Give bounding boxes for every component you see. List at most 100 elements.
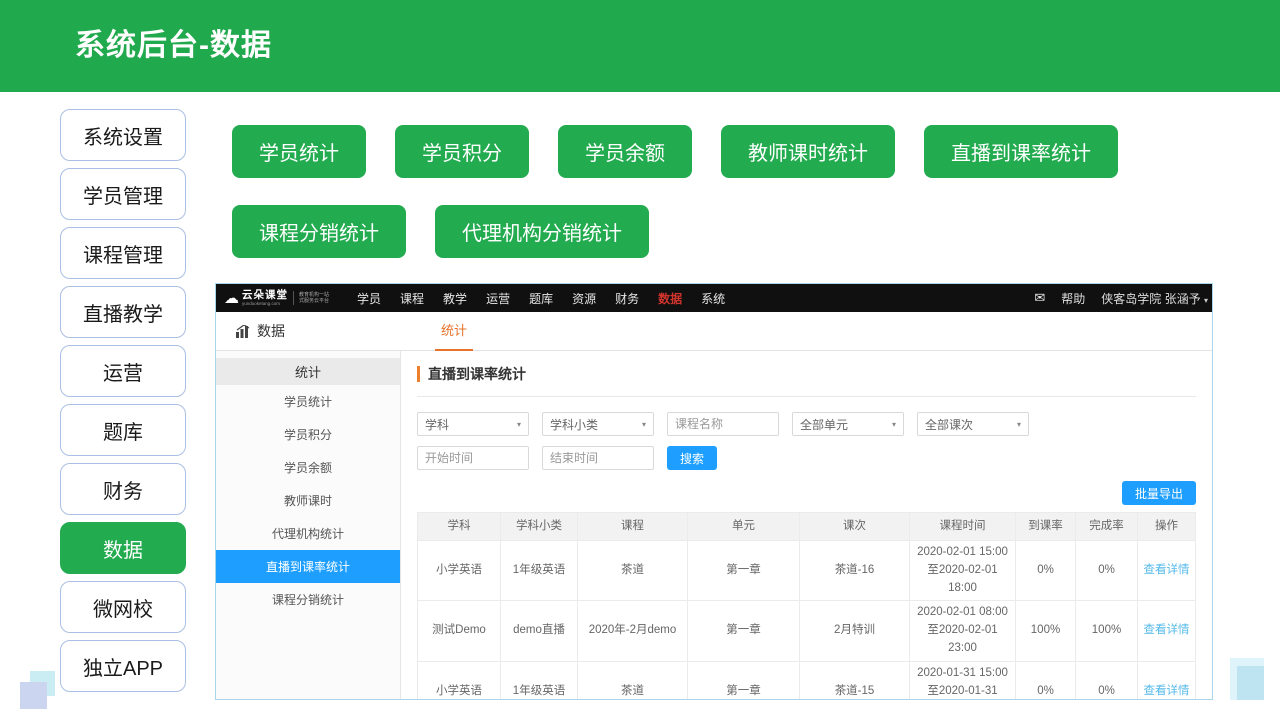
table-cell: 2020-01-31 15:00至2020-01-31 18:00 [910, 661, 1016, 700]
logo-name: 云朵课堂 [242, 290, 288, 301]
sidebar-item-data[interactable]: 数据 [60, 522, 186, 574]
column-header: 完成率 [1076, 513, 1138, 541]
filter-row-2: 搜索 [417, 446, 1196, 470]
table-cell: 1年级英语 [501, 541, 578, 601]
sidebar-item-question-bank[interactable]: 题库 [60, 404, 186, 456]
course-name-input[interactable] [675, 417, 771, 431]
help-link[interactable]: 帮助 [1061, 290, 1085, 307]
table-cell: 测试Demo [418, 601, 501, 661]
column-header: 课程时间 [910, 513, 1016, 541]
student-stats-button[interactable]: 学员统计 [232, 125, 366, 178]
table-cell: 0% [1076, 661, 1138, 700]
panel-item-teacher-hours[interactable]: 教师课时 [216, 484, 400, 517]
sidebar-item-system-settings[interactable]: 系统设置 [60, 109, 186, 161]
page-banner: 系统后台-数据 [0, 0, 1280, 92]
report-title-row: 直播到课率统计 [417, 364, 1196, 397]
end-time-field[interactable] [542, 446, 654, 470]
search-button[interactable]: 搜索 [667, 446, 717, 470]
chevron-down-icon: ▾ [517, 420, 521, 429]
sidebar-item-standalone-app[interactable]: 独立APP [60, 640, 186, 692]
nav-item-teaching[interactable]: 教学 [443, 290, 467, 307]
table-cell: 2020-02-01 15:00至2020-02-01 18:00 [910, 541, 1016, 601]
logo-divider [293, 291, 294, 305]
table-row: 小学英语1年级英语茶道第一章茶道-152020-01-31 15:00至2020… [418, 661, 1196, 700]
decor-square-right-inner [1237, 666, 1264, 700]
panel-item-course-distribution[interactable]: 课程分销统计 [216, 583, 400, 616]
unit-select[interactable]: 全部单元 ▾ [792, 412, 904, 436]
nav-right: ✉ 帮助 侠客岛学院 张涵予 ▾ [1034, 290, 1212, 307]
student-balance-button[interactable]: 学员余额 [558, 125, 692, 178]
live-attendance-stats-button[interactable]: 直播到课率统计 [924, 125, 1118, 178]
table-cell: 100% [1016, 601, 1076, 661]
nav-item-courses[interactable]: 课程 [400, 290, 424, 307]
agency-distribution-stats-button[interactable]: 代理机构分销统计 [435, 205, 649, 258]
mail-icon[interactable]: ✉ [1034, 290, 1045, 306]
nav-item-students[interactable]: 学员 [357, 290, 381, 307]
quick-buttons: 学员统计 学员积分 学员余额 教师课时统计 直播到课率统计 课程分销统计 代理机… [232, 125, 1212, 285]
start-time-field[interactable] [417, 446, 529, 470]
student-points-button[interactable]: 学员积分 [395, 125, 529, 178]
table-cell: 2020-02-01 08:00至2020-02-01 23:00 [910, 601, 1016, 661]
column-header: 学科小类 [501, 513, 578, 541]
panel-item-student-points[interactable]: 学员积分 [216, 418, 400, 451]
account-menu[interactable]: 侠客岛学院 张涵予 ▾ [1101, 290, 1208, 307]
logo-tagline: 教育机构一站 式服务云平台 [299, 292, 329, 305]
column-header: 操作 [1138, 513, 1196, 541]
sidebar-item-finance[interactable]: 财务 [60, 463, 186, 515]
admin-topnav: ☁ 云朵课堂 yunduoketang.com 教育机构一站 式服务云平台 学员… [216, 284, 1212, 312]
sidebar-item-operations[interactable]: 运营 [60, 345, 186, 397]
tab-statistics[interactable]: 统计 [435, 312, 473, 351]
nav-item-system[interactable]: 系统 [701, 290, 725, 307]
table-row: 小学英语1年级英语茶道第一章茶道-162020-02-01 15:00至2020… [418, 541, 1196, 601]
view-detail-link[interactable]: 查看详情 [1138, 541, 1196, 601]
nav-item-resources[interactable]: 资源 [572, 290, 596, 307]
panel-item-agency-stats[interactable]: 代理机构统计 [216, 517, 400, 550]
table-cell: 0% [1016, 541, 1076, 601]
column-header: 到课率 [1016, 513, 1076, 541]
nav-item-question-bank[interactable]: 题库 [529, 290, 553, 307]
view-detail-link[interactable]: 查看详情 [1138, 601, 1196, 661]
table-cell: demo直播 [501, 601, 578, 661]
table-cell: 茶道-16 [800, 541, 910, 601]
subject-sub-select[interactable]: 学科小类 ▾ [542, 412, 654, 436]
decor-square-lavender [20, 682, 47, 709]
nav-item-finance[interactable]: 财务 [615, 290, 639, 307]
panel-item-student-balance[interactable]: 学员余额 [216, 451, 400, 484]
table-row: 测试Demodemo直播2020年-2月demo第一章2月特训2020-02-0… [418, 601, 1196, 661]
course-distribution-stats-button[interactable]: 课程分销统计 [232, 205, 406, 258]
table-cell: 100% [1076, 601, 1138, 661]
start-time-input[interactable] [425, 451, 521, 465]
course-name-field[interactable] [667, 412, 779, 436]
teacher-hours-stats-button[interactable]: 教师课时统计 [721, 125, 895, 178]
view-detail-link[interactable]: 查看详情 [1138, 661, 1196, 700]
admin-nav-menu: 学员 课程 教学 运营 题库 资源 财务 数据 系统 [357, 290, 725, 307]
logo: ☁ 云朵课堂 yunduoketang.com 教育机构一站 式服务云平台 [216, 290, 339, 306]
attendance-table: 学科学科小类课程单元课次课程时间到课率完成率操作 小学英语1年级英语茶道第一章茶… [417, 512, 1196, 700]
panel-item-live-attendance[interactable]: 直播到课率统计 [216, 550, 400, 583]
quick-buttons-row2: 课程分销统计 代理机构分销统计 [232, 205, 1212, 258]
table-cell: 第一章 [688, 541, 800, 601]
sidebar-item-course-mgmt[interactable]: 课程管理 [60, 227, 186, 279]
chevron-down-icon: ▾ [1017, 420, 1021, 429]
table-cell: 小学英语 [418, 661, 501, 700]
batch-export-button[interactable]: 批量导出 [1122, 481, 1196, 505]
stats-panel-header: 统计 [216, 358, 400, 385]
sidebar-item-live-teaching[interactable]: 直播教学 [60, 286, 186, 338]
stats-panel: 统计 学员统计 学员积分 学员余额 教师课时 代理机构统计 直播到课率统计 课程… [216, 351, 401, 700]
nav-item-data[interactable]: 数据 [658, 290, 682, 307]
end-time-input[interactable] [550, 451, 646, 465]
nav-item-operations[interactable]: 运营 [486, 290, 510, 307]
title-accent-bar [417, 366, 420, 382]
sidebar-item-micro-school[interactable]: 微网校 [60, 581, 186, 633]
table-cell: 茶道-15 [800, 661, 910, 700]
sidebar-item-student-mgmt[interactable]: 学员管理 [60, 168, 186, 220]
column-header: 课程 [578, 513, 688, 541]
panel-item-student-stats[interactable]: 学员统计 [216, 385, 400, 418]
lesson-select[interactable]: 全部课次 ▾ [917, 412, 1029, 436]
table-cell: 1年级英语 [501, 661, 578, 700]
quick-buttons-row1: 学员统计 学员积分 学员余额 教师课时统计 直播到课率统计 [232, 125, 1212, 178]
table-header-row: 学科学科小类课程单元课次课程时间到课率完成率操作 [418, 513, 1196, 541]
section-label: 数据 [216, 321, 285, 341]
admin-screenshot: ☁ 云朵课堂 yunduoketang.com 教育机构一站 式服务云平台 学员… [215, 283, 1213, 700]
subject-select[interactable]: 学科 ▾ [417, 412, 529, 436]
